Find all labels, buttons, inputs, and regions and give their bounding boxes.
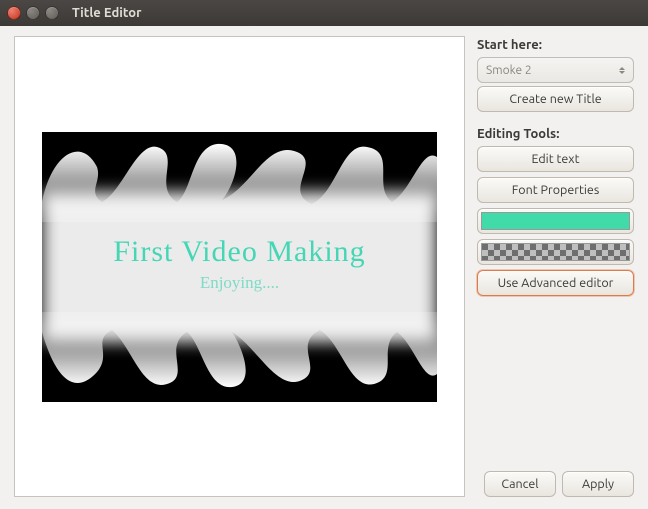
edit-text-label: Edit text (531, 152, 579, 166)
font-properties-button[interactable]: Font Properties (477, 177, 634, 203)
create-new-title-button[interactable]: Create new Title (477, 86, 634, 112)
preview-title-line2: Enjoying.... (113, 273, 365, 293)
apply-button-label: Apply (582, 477, 614, 491)
dialog-footer: Cancel Apply (477, 471, 634, 497)
preview-title-line1: First Video Making (113, 235, 365, 269)
smoke-effect-bottom (42, 312, 437, 402)
edit-text-button[interactable]: Edit text (477, 146, 634, 172)
window-maximize-button[interactable] (45, 6, 59, 20)
window-title: Title Editor (72, 6, 141, 20)
font-properties-label: Font Properties (512, 183, 600, 197)
editing-tools-heading: Editing Tools: (477, 127, 634, 141)
template-select[interactable]: Smoke 2 (477, 57, 634, 83)
window-minimize-button[interactable] (26, 6, 40, 20)
title-preview: First Video Making Enjoying.... (42, 132, 437, 402)
template-select-value: Smoke 2 (486, 64, 532, 77)
chevron-updown-icon (619, 67, 625, 74)
background-color-button[interactable] (477, 239, 634, 265)
cancel-button-label: Cancel (501, 477, 538, 491)
use-advanced-editor-label: Use Advanced editor (498, 276, 614, 290)
preview-panel: First Video Making Enjoying.... (14, 36, 465, 497)
window-titlebar: Title Editor (0, 0, 648, 26)
font-color-button[interactable] (477, 208, 634, 234)
create-new-title-label: Create new Title (509, 92, 601, 106)
window-close-button[interactable] (7, 6, 21, 20)
background-transparent-swatch (481, 243, 630, 261)
use-advanced-editor-button[interactable]: Use Advanced editor (477, 270, 634, 296)
start-here-heading: Start here: (477, 38, 634, 52)
cancel-button[interactable]: Cancel (484, 471, 556, 497)
font-color-swatch (481, 212, 630, 230)
side-panel: Start here: Smoke 2 Create new Title Edi… (477, 36, 634, 463)
apply-button[interactable]: Apply (562, 471, 634, 497)
preview-title-text: First Video Making Enjoying.... (113, 235, 365, 293)
